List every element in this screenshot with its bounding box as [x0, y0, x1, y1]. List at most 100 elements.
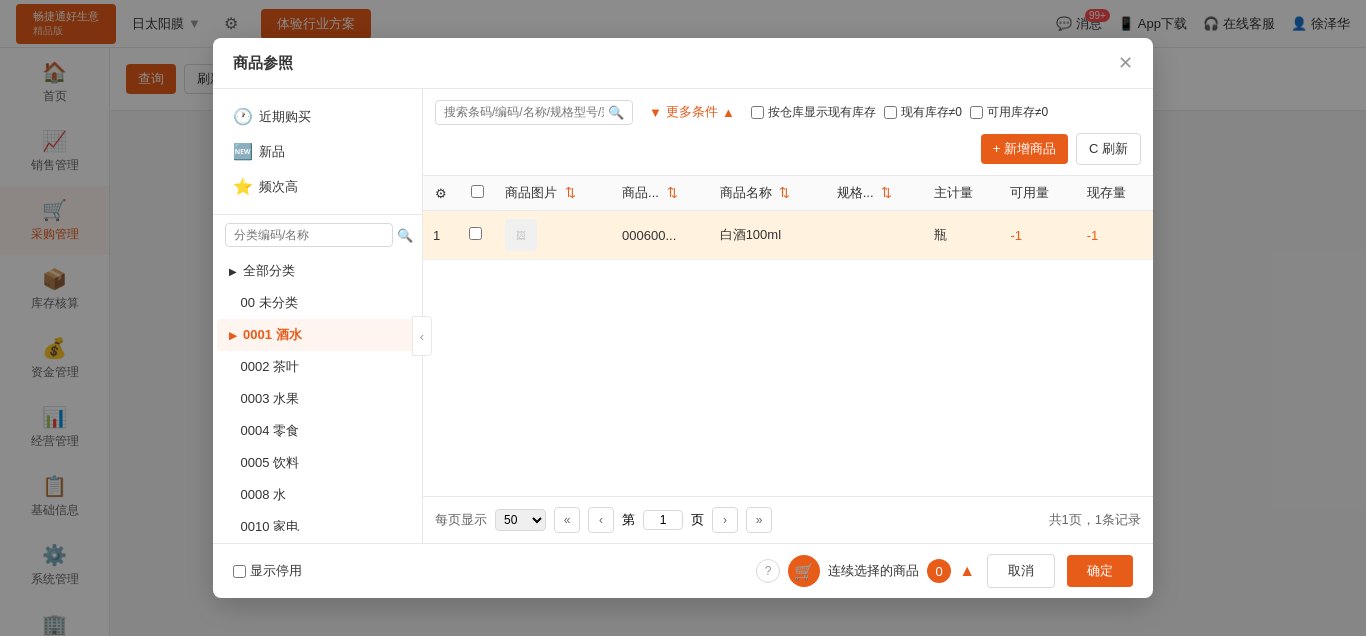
- show-disabled-input[interactable]: [233, 565, 246, 578]
- total-info: 共1页，1条记录: [1049, 511, 1141, 529]
- available-stock-checkbox[interactable]: 现有库存≠0: [884, 104, 962, 121]
- arrow-icon: ▶: [229, 266, 237, 277]
- th-code: 商品... ⇅: [612, 176, 710, 211]
- filter-icon: ▼: [649, 105, 662, 120]
- page-size-select[interactable]: 50 100: [495, 509, 546, 531]
- arrow-icon: ▶: [229, 330, 237, 341]
- sort-arrows[interactable]: ⇅: [881, 185, 892, 200]
- cart-collapse-button[interactable]: ▲: [959, 562, 975, 580]
- product-table-container: ⚙ 商品图片 ⇅ 商品... ⇅: [423, 176, 1153, 496]
- arrow-icon: [229, 362, 235, 373]
- th-name: 商品名称 ⇅: [710, 176, 827, 211]
- add-product-button[interactable]: + 新增商品: [981, 134, 1068, 164]
- category-item-all[interactable]: ▶ 全部分类: [217, 255, 418, 287]
- row-image-cell: 🖼: [495, 211, 612, 260]
- star-icon: ⭐: [233, 177, 253, 196]
- modal-left-panel: 🕐 近期购买 🆕 新品 ⭐ 频次高 🔍: [213, 89, 423, 543]
- th-spec: 规格... ⇅: [827, 176, 925, 211]
- sort-arrows[interactable]: ⇅: [565, 185, 576, 200]
- product-image: 🖼: [505, 219, 537, 251]
- category-item-unclassified[interactable]: 00 未分类: [217, 287, 418, 319]
- category-item-water[interactable]: 0008 水: [217, 479, 418, 511]
- arrow-icon: [229, 394, 235, 405]
- table-row[interactable]: 1 🖼 000600... 白酒100ml 瓶: [423, 211, 1153, 260]
- quick-recent-purchase[interactable]: 🕐 近期购买: [225, 101, 410, 132]
- usable-stock-checkbox[interactable]: 可用库存≠0: [970, 104, 1048, 121]
- category-item-fruit[interactable]: 0003 水果: [217, 383, 418, 415]
- cart-button[interactable]: 🛒: [788, 555, 820, 587]
- row-index: 1: [423, 211, 459, 260]
- next-page-button[interactable]: ›: [712, 507, 738, 533]
- row-stock: -1: [1077, 211, 1153, 260]
- more-filter-button[interactable]: ▼ 更多条件 ▲: [641, 99, 743, 125]
- modal-toolbar: 🔍 ▼ 更多条件 ▲ 按仓库显示现有库存 现有库存≠0: [423, 89, 1153, 176]
- sort-arrows[interactable]: ⇅: [667, 185, 678, 200]
- last-page-button[interactable]: »: [746, 507, 772, 533]
- category-list: ▶ 全部分类 00 未分类 ▶ 0001 酒水 0002 茶叶: [213, 255, 422, 531]
- modal-close-button[interactable]: ✕: [1118, 52, 1133, 74]
- arrow-icon: [229, 298, 235, 309]
- arrow-icon: [229, 490, 235, 501]
- arrow-icon: [229, 458, 235, 469]
- th-stock: 现存量: [1077, 176, 1153, 211]
- page-label: 第: [622, 511, 635, 529]
- category-item-snack[interactable]: 0004 零食: [217, 415, 418, 447]
- modal-header: 商品参照 ✕: [213, 38, 1153, 89]
- filter-up-icon: ▲: [722, 105, 735, 120]
- th-image: 商品图片 ⇅: [495, 176, 612, 211]
- product-table: ⚙ 商品图片 ⇅ 商品... ⇅: [423, 176, 1153, 260]
- product-search-box: 🔍: [435, 100, 633, 125]
- cancel-button[interactable]: 取消: [987, 554, 1055, 588]
- show-disabled-checkbox[interactable]: 显示停用: [233, 562, 302, 580]
- quick-high-frequency[interactable]: ⭐ 频次高: [225, 171, 410, 202]
- product-reference-modal: 商品参照 ✕ 🕐 近期购买 🆕 新品 ⭐ 频次高: [213, 38, 1153, 598]
- page-number-input[interactable]: [643, 510, 683, 530]
- row-spec: [827, 211, 925, 260]
- category-item-liquor[interactable]: ▶ 0001 酒水: [217, 319, 418, 351]
- category-search-input[interactable]: [225, 223, 393, 247]
- select-all-checkbox[interactable]: [471, 185, 484, 198]
- collapse-panel-button[interactable]: ‹: [412, 316, 432, 356]
- help-icon[interactable]: ?: [756, 559, 780, 583]
- prev-page-button[interactable]: ‹: [588, 507, 614, 533]
- quick-actions: 🕐 近期购买 🆕 新品 ⭐ 频次高: [213, 101, 422, 210]
- arrow-icon: [229, 522, 235, 532]
- cart-label: 连续选择的商品: [828, 562, 919, 580]
- th-available: 可用量: [1000, 176, 1076, 211]
- category-search-icon[interactable]: 🔍: [397, 228, 413, 243]
- page-size-label: 每页显示: [435, 511, 487, 529]
- quick-new-product[interactable]: 🆕 新品: [225, 136, 410, 167]
- category-item-electronics[interactable]: 0010 家电: [217, 511, 418, 531]
- arrow-icon: [229, 426, 235, 437]
- available-stock-input[interactable]: [884, 106, 897, 119]
- category-item-beverage[interactable]: 0005 饮料: [217, 447, 418, 479]
- cart-area: ? 🛒 连续选择的商品 0 ▲: [756, 555, 975, 587]
- search-icon[interactable]: 🔍: [608, 105, 624, 120]
- modal-right-panel: 🔍 ▼ 更多条件 ▲ 按仓库显示现有库存 现有库存≠0: [423, 89, 1153, 543]
- row-checkbox[interactable]: [469, 227, 482, 240]
- category-item-tea[interactable]: 0002 茶叶: [217, 351, 418, 383]
- row-checkbox-cell: [459, 211, 495, 260]
- row-code: 000600...: [612, 211, 710, 260]
- first-page-button[interactable]: «: [554, 507, 580, 533]
- row-available: -1: [1000, 211, 1076, 260]
- stock-by-warehouse-checkbox[interactable]: 按仓库显示现有库存: [751, 104, 876, 121]
- modal-overlay: 商品参照 ✕ 🕐 近期购买 🆕 新品 ⭐ 频次高: [0, 0, 1366, 636]
- refresh-button[interactable]: C 刷新: [1076, 133, 1141, 165]
- table-body: 1 🖼 000600... 白酒100ml 瓶: [423, 211, 1153, 260]
- category-search-area: 🔍: [213, 219, 422, 255]
- th-settings[interactable]: ⚙: [423, 176, 459, 211]
- product-search-input[interactable]: [444, 105, 604, 119]
- th-checkbox: [459, 176, 495, 211]
- clock-icon: 🕐: [233, 107, 253, 126]
- modal-footer: 显示停用 ? 🛒 连续选择的商品 0 ▲ 取消 确定: [213, 543, 1153, 598]
- stock-by-warehouse-input[interactable]: [751, 106, 764, 119]
- usable-stock-input[interactable]: [970, 106, 983, 119]
- table-header: ⚙ 商品图片 ⇅ 商品... ⇅: [423, 176, 1153, 211]
- divider: [213, 214, 422, 215]
- modal-body: 🕐 近期购买 🆕 新品 ⭐ 频次高 🔍: [213, 89, 1153, 543]
- sort-arrows[interactable]: ⇅: [779, 185, 790, 200]
- th-unit: 主计量: [924, 176, 1000, 211]
- confirm-button[interactable]: 确定: [1067, 555, 1133, 587]
- row-unit: 瓶: [924, 211, 1000, 260]
